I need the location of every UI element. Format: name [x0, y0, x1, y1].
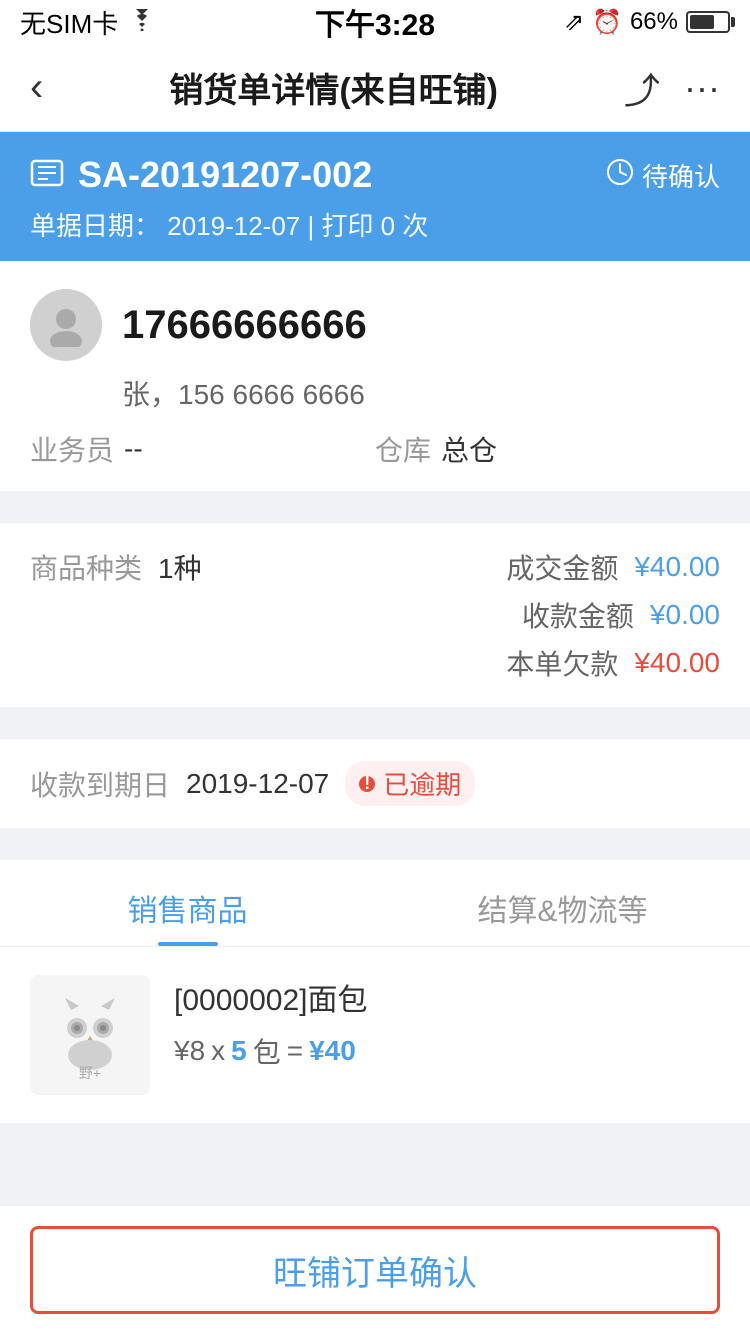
sales-label: 业务员	[30, 429, 114, 469]
tabs-container: 销售商品 结算&物流等	[0, 860, 750, 947]
amount-value: ¥40.00	[634, 551, 720, 583]
amount-label: 成交金额	[506, 547, 618, 587]
tab-settlement[interactable]: 结算&物流等	[375, 860, 750, 946]
due-label: 收款到期日	[30, 764, 170, 804]
bottom-bar: 旺铺订单确认	[0, 1205, 750, 1334]
tab-sales-products[interactable]: 销售商品	[0, 860, 375, 946]
due-date-card: 收款到期日 2019-12-07 ! 已逾期	[0, 739, 750, 828]
customer-card: 17666666666 张，156 6666 6666 业务员 -- 仓库 总仓	[0, 261, 750, 491]
unit: 包	[253, 1031, 281, 1071]
status-clock-icon	[606, 158, 634, 193]
date-value: 2019-12-07	[167, 211, 300, 241]
alarm-icon: ⏰	[592, 8, 622, 37]
customer-main: 17666666666	[30, 289, 720, 361]
overdue-dot-icon: !	[359, 776, 375, 792]
battery-icon	[686, 11, 730, 33]
back-button[interactable]: ‹	[30, 65, 43, 110]
received-value: ¥0.00	[650, 599, 720, 631]
nav-actions: ⤴ ···	[624, 62, 720, 114]
battery-percent: 66%	[630, 8, 678, 36]
multiply-sign: x	[211, 1035, 225, 1067]
product-price-row: ¥8 x 5 包 = ¥40	[174, 1031, 720, 1071]
product-type-value: 1种	[158, 547, 202, 587]
owed-value: ¥40.00	[634, 647, 720, 679]
product-card: 野+ [0000002]面包 ¥8 x 5 包 = ¥40	[0, 947, 750, 1123]
quantity: 5	[231, 1035, 247, 1067]
product-image: 野+	[30, 975, 150, 1095]
customer-sub-info: 张，156 6666 6666	[30, 373, 720, 413]
avatar	[30, 289, 102, 361]
tab-settlement-label: 结算&物流等	[477, 895, 647, 928]
owed-row: 本单欠款 ¥40.00	[506, 643, 720, 683]
overdue-text: 已逾期	[383, 765, 461, 802]
order-id-text: SA-20191207-002	[78, 154, 372, 196]
amount-row: 成交金额 ¥40.00	[506, 547, 720, 587]
warehouse-meta: 仓库 总仓	[375, 429, 720, 469]
status-text: 待确认	[642, 157, 720, 194]
order-date-row: 单据日期： 2019-12-07 | 打印 0 次	[30, 206, 720, 243]
owed-label: 本单欠款	[506, 643, 618, 683]
svg-text:野+: 野+	[79, 1065, 101, 1080]
due-value: 2019-12-07	[186, 768, 329, 800]
total-price: ¥40	[309, 1035, 356, 1067]
customer-phone: 17666666666	[122, 303, 367, 348]
battery-fill	[690, 15, 714, 29]
sales-meta: 业务员 --	[30, 429, 375, 469]
product-name: [0000002]面包	[174, 975, 720, 1019]
status-bar-time: 下午3:28	[315, 0, 435, 44]
carrier-text: 无SIM卡	[20, 4, 118, 41]
divider-2	[0, 723, 750, 739]
order-icon	[30, 154, 64, 196]
more-button[interactable]: ···	[684, 67, 720, 109]
confirm-order-button[interactable]: 旺铺订单确认	[30, 1226, 720, 1314]
status-bar-right: ⇗ ⏰ 66%	[564, 8, 730, 37]
product-info: [0000002]面包 ¥8 x 5 包 = ¥40	[174, 975, 720, 1071]
warehouse-value: 总仓	[441, 429, 497, 469]
order-id-row: SA-20191207-002 待确认	[30, 154, 720, 196]
divider-1	[0, 507, 750, 523]
equals-sign: =	[287, 1035, 303, 1067]
customer-meta: 业务员 -- 仓库 总仓	[30, 429, 720, 469]
page-title: 销货单详情(来自旺铺)	[169, 63, 498, 112]
warehouse-label: 仓库	[375, 429, 431, 469]
received-row: 收款金额 ¥0.00	[522, 595, 720, 635]
overdue-badge: ! 已逾期	[345, 761, 475, 806]
print-text: | 打印 0 次	[307, 211, 428, 241]
unit-price: ¥8	[174, 1035, 205, 1067]
summary-card: 商品种类 1种 成交金额 ¥40.00 收款金额 ¥0.00 本单欠款 ¥40.…	[0, 523, 750, 707]
tab-sales-label: 销售商品	[128, 895, 248, 928]
product-type-label: 商品种类	[30, 547, 142, 587]
order-status: 待确认	[606, 157, 720, 194]
sales-value: --	[124, 433, 143, 465]
status-bar: 无SIM卡 下午3:28 ⇗ ⏰ 66%	[0, 0, 750, 44]
share-button[interactable]: ⤴	[624, 62, 660, 114]
wifi-icon	[128, 7, 156, 38]
divider-3	[0, 844, 750, 860]
status-bar-left: 无SIM卡	[20, 4, 156, 41]
date-label: 单据日期：	[30, 211, 160, 241]
location-icon: ⇗	[564, 8, 584, 37]
summary-right: 成交金额 ¥40.00 收款金额 ¥0.00 本单欠款 ¥40.00	[506, 547, 720, 683]
received-label: 收款金额	[522, 595, 634, 635]
order-id: SA-20191207-002	[30, 154, 372, 196]
nav-bar: ‹ 销货单详情(来自旺铺) ⤴ ···	[0, 44, 750, 132]
order-header-card: SA-20191207-002 待确认 单据日期： 2019-12-07 | 打…	[0, 132, 750, 261]
summary-left: 商品种类 1种	[30, 547, 202, 587]
